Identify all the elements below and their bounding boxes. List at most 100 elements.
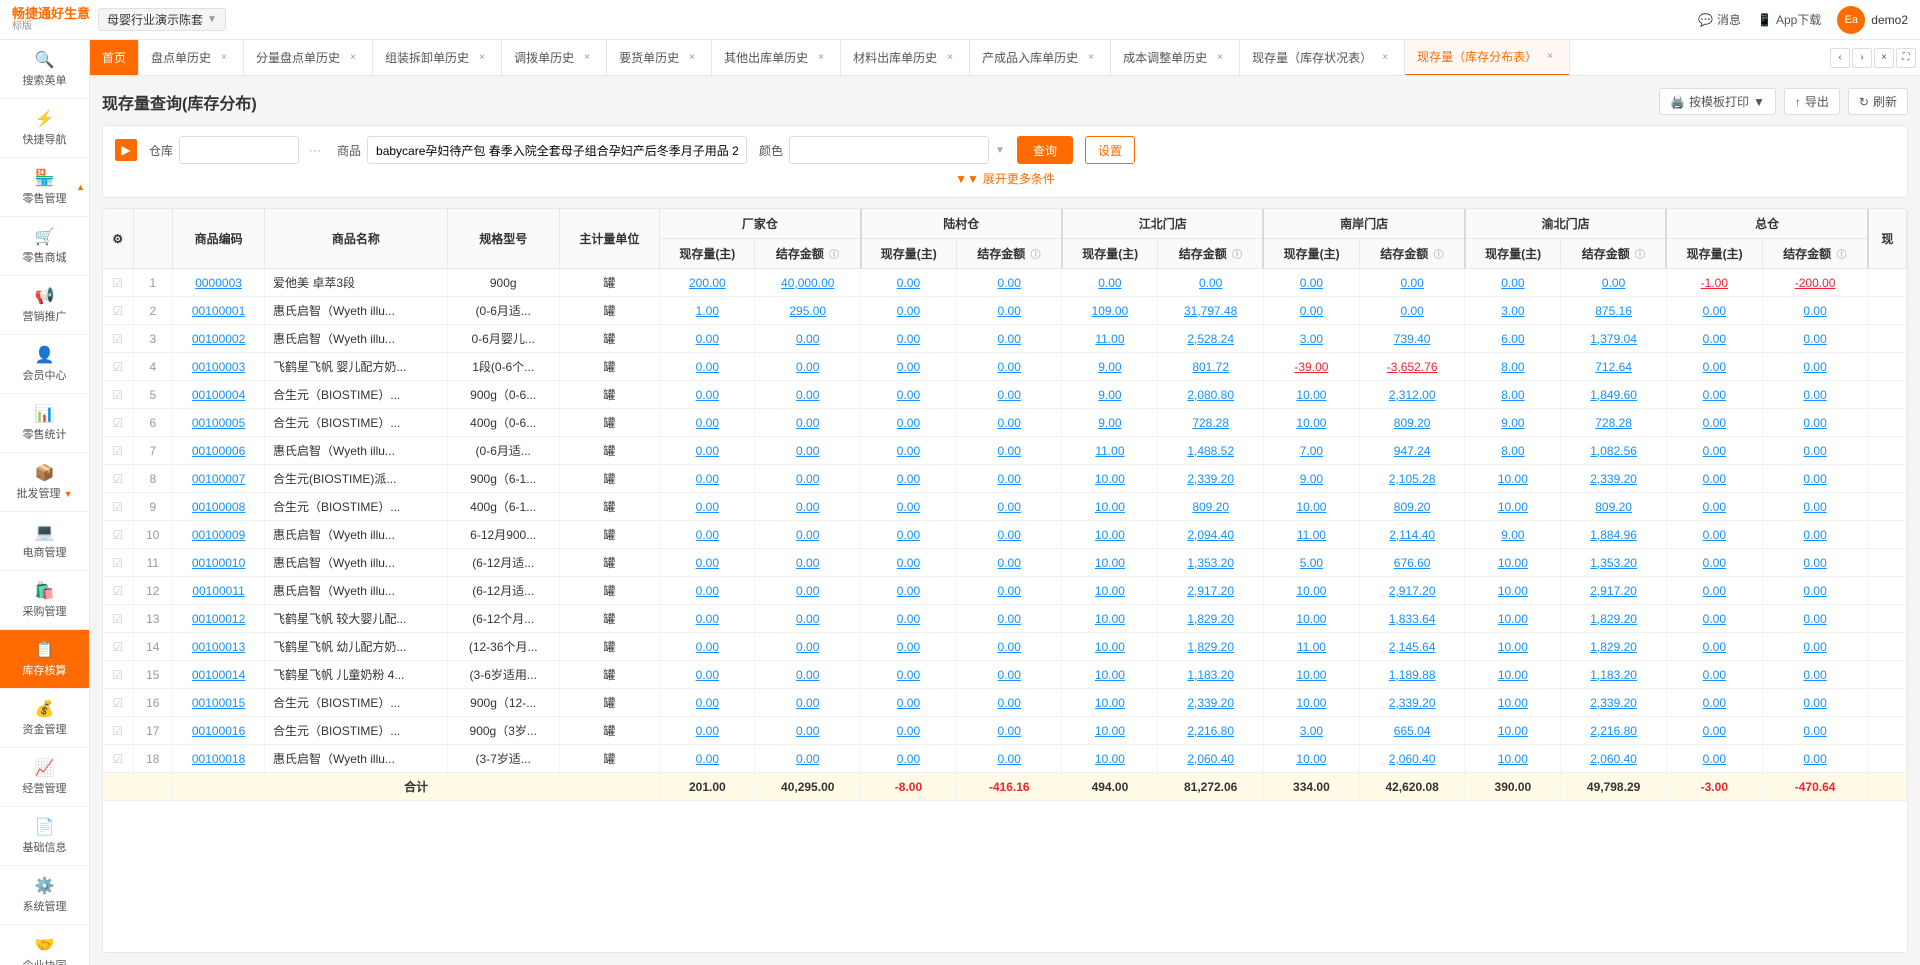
tab-cbtz[interactable]: 成本调整单历史 × [1111,40,1240,76]
row-val-1[interactable]: 0.00 [755,493,861,521]
tab-close-clck[interactable]: × [943,51,957,65]
row-val-4[interactable]: 10.00 [1062,465,1158,493]
expand-conditions-button[interactable]: ▼▼ 展开更多条件 [115,170,1895,187]
row-val-4[interactable]: 10.00 [1062,745,1158,773]
row-settings[interactable]: ☑ [103,353,133,381]
row-val-0[interactable]: 0.00 [660,493,755,521]
row-val-3[interactable]: 0.00 [956,409,1062,437]
row-val-9[interactable]: 2,917.20 [1561,577,1667,605]
row-val-10[interactable]: 0.00 [1666,325,1762,353]
tab-bd[interactable]: 盘点单历史 × [139,40,244,76]
row-val-10[interactable]: 0.00 [1666,381,1762,409]
row-val-1[interactable]: 0.00 [755,381,861,409]
row-val-5[interactable]: 2,060.40 [1158,745,1264,773]
row-val-2[interactable]: 0.00 [861,577,957,605]
row-code[interactable]: 00100008 [173,493,265,521]
row-val-4[interactable]: 9.00 [1062,381,1158,409]
row-val-5[interactable]: 801.72 [1158,353,1264,381]
row-val-7[interactable]: 0.00 [1359,297,1465,325]
row-val-10[interactable]: 0.00 [1666,297,1762,325]
row-val-11[interactable]: 0.00 [1762,437,1868,465]
row-val-1[interactable]: 0.00 [755,689,861,717]
row-val-9[interactable]: 712.64 [1561,353,1667,381]
row-val-4[interactable]: 10.00 [1062,493,1158,521]
row-settings[interactable]: ☑ [103,633,133,661]
row-code[interactable]: 00100010 [173,549,265,577]
row-val-3[interactable]: 0.00 [956,325,1062,353]
row-val-1[interactable]: 0.00 [755,465,861,493]
row-val-8[interactable]: 10.00 [1465,577,1561,605]
row-val-0[interactable]: 0.00 [660,633,755,661]
row-val-2[interactable]: 0.00 [861,297,957,325]
row-val-1[interactable]: 0.00 [755,409,861,437]
row-val-5[interactable]: 2,216.80 [1158,717,1264,745]
tab-close-kcfb[interactable]: × [1543,50,1557,64]
row-val-10[interactable]: 0.00 [1666,493,1762,521]
row-val-0[interactable]: 0.00 [660,325,755,353]
warehouse-more-button[interactable]: ··· [305,143,325,157]
row-val-7[interactable]: 2,145.64 [1359,633,1465,661]
row-val-3[interactable]: 0.00 [956,661,1062,689]
row-val-4[interactable]: 109.00 [1062,297,1158,325]
row-val-0[interactable]: 0.00 [660,549,755,577]
row-val-11[interactable]: 0.00 [1762,493,1868,521]
row-settings[interactable]: ☑ [103,493,133,521]
row-val-3[interactable]: 0.00 [956,745,1062,773]
row-val-4[interactable]: 10.00 [1062,717,1158,745]
row-val-4[interactable]: 10.00 [1062,549,1158,577]
row-val-9[interactable]: 809.20 [1561,493,1667,521]
row-val-7[interactable]: 739.40 [1359,325,1465,353]
tab-next-button[interactable]: › [1852,48,1872,68]
sidebar-item-system[interactable]: ⚙️ 系统管理 [0,866,89,925]
row-val-8[interactable]: 10.00 [1465,661,1561,689]
row-val-6[interactable]: 10.00 [1263,689,1359,717]
row-val-10[interactable]: -1.00 [1666,269,1762,297]
row-val-7[interactable]: 2,312.00 [1359,381,1465,409]
row-val-10[interactable]: 0.00 [1666,633,1762,661]
row-val-4[interactable]: 10.00 [1062,689,1158,717]
row-val-2[interactable]: 0.00 [861,661,957,689]
print-button[interactable]: 🖨️ 按模板打印 ▼ [1659,88,1776,115]
tab-close-fbd[interactable]: × [346,51,360,65]
row-val-0[interactable]: 0.00 [660,381,755,409]
row-val-10[interactable]: 0.00 [1666,605,1762,633]
row-val-5[interactable]: 2,528.24 [1158,325,1264,353]
messages-button[interactable]: 💬 消息 [1698,11,1741,28]
sidebar-item-purchase[interactable]: 🛍️ 采购管理 [0,571,89,630]
sidebar-item-retail[interactable]: 🏪 零售管理 ▲ [0,158,89,217]
export-button[interactable]: ↑ 导出 [1784,88,1840,115]
warehouse-input[interactable] [179,136,299,164]
row-val-6[interactable]: 10.00 [1263,605,1359,633]
tab-kcfb[interactable]: 现存量（库存分布表） × [1405,40,1570,76]
row-val-2[interactable]: 0.00 [861,549,957,577]
row-val-4[interactable]: 10.00 [1062,661,1158,689]
row-val-3[interactable]: 0.00 [956,689,1062,717]
row-settings[interactable]: ☑ [103,577,133,605]
row-val-6[interactable]: 10.00 [1263,381,1359,409]
row-val-3[interactable]: 0.00 [956,633,1062,661]
row-val-2[interactable]: 0.00 [861,437,957,465]
row-val-7[interactable]: 809.20 [1359,409,1465,437]
row-val-11[interactable]: 0.00 [1762,633,1868,661]
row-val-9[interactable]: 2,216.80 [1561,717,1667,745]
row-code[interactable]: 00100015 [173,689,265,717]
sidebar-item-retailshop[interactable]: 🛒 零售商城 [0,217,89,276]
row-settings[interactable]: ☑ [103,689,133,717]
row-val-7[interactable]: 809.20 [1359,493,1465,521]
row-val-7[interactable]: 2,114.40 [1359,521,1465,549]
row-val-4[interactable]: 10.00 [1062,521,1158,549]
row-val-5[interactable]: 1,829.20 [1158,605,1264,633]
row-code[interactable]: 00100018 [173,745,265,773]
row-val-8[interactable]: 10.00 [1465,689,1561,717]
row-val-3[interactable]: 0.00 [956,605,1062,633]
row-val-4[interactable]: 11.00 [1062,437,1158,465]
row-val-6[interactable]: 5.00 [1263,549,1359,577]
sidebar-item-quick[interactable]: ⚡ 快捷导航 [0,99,89,158]
row-val-3[interactable]: 0.00 [956,465,1062,493]
row-val-9[interactable]: 1,849.60 [1561,381,1667,409]
row-val-10[interactable]: 0.00 [1666,465,1762,493]
tab-close-zcch[interactable]: × [475,51,489,65]
refresh-button[interactable]: ↻ 刷新 [1848,88,1908,115]
row-val-11[interactable]: 0.00 [1762,549,1868,577]
row-val-0[interactable]: 0.00 [660,353,755,381]
